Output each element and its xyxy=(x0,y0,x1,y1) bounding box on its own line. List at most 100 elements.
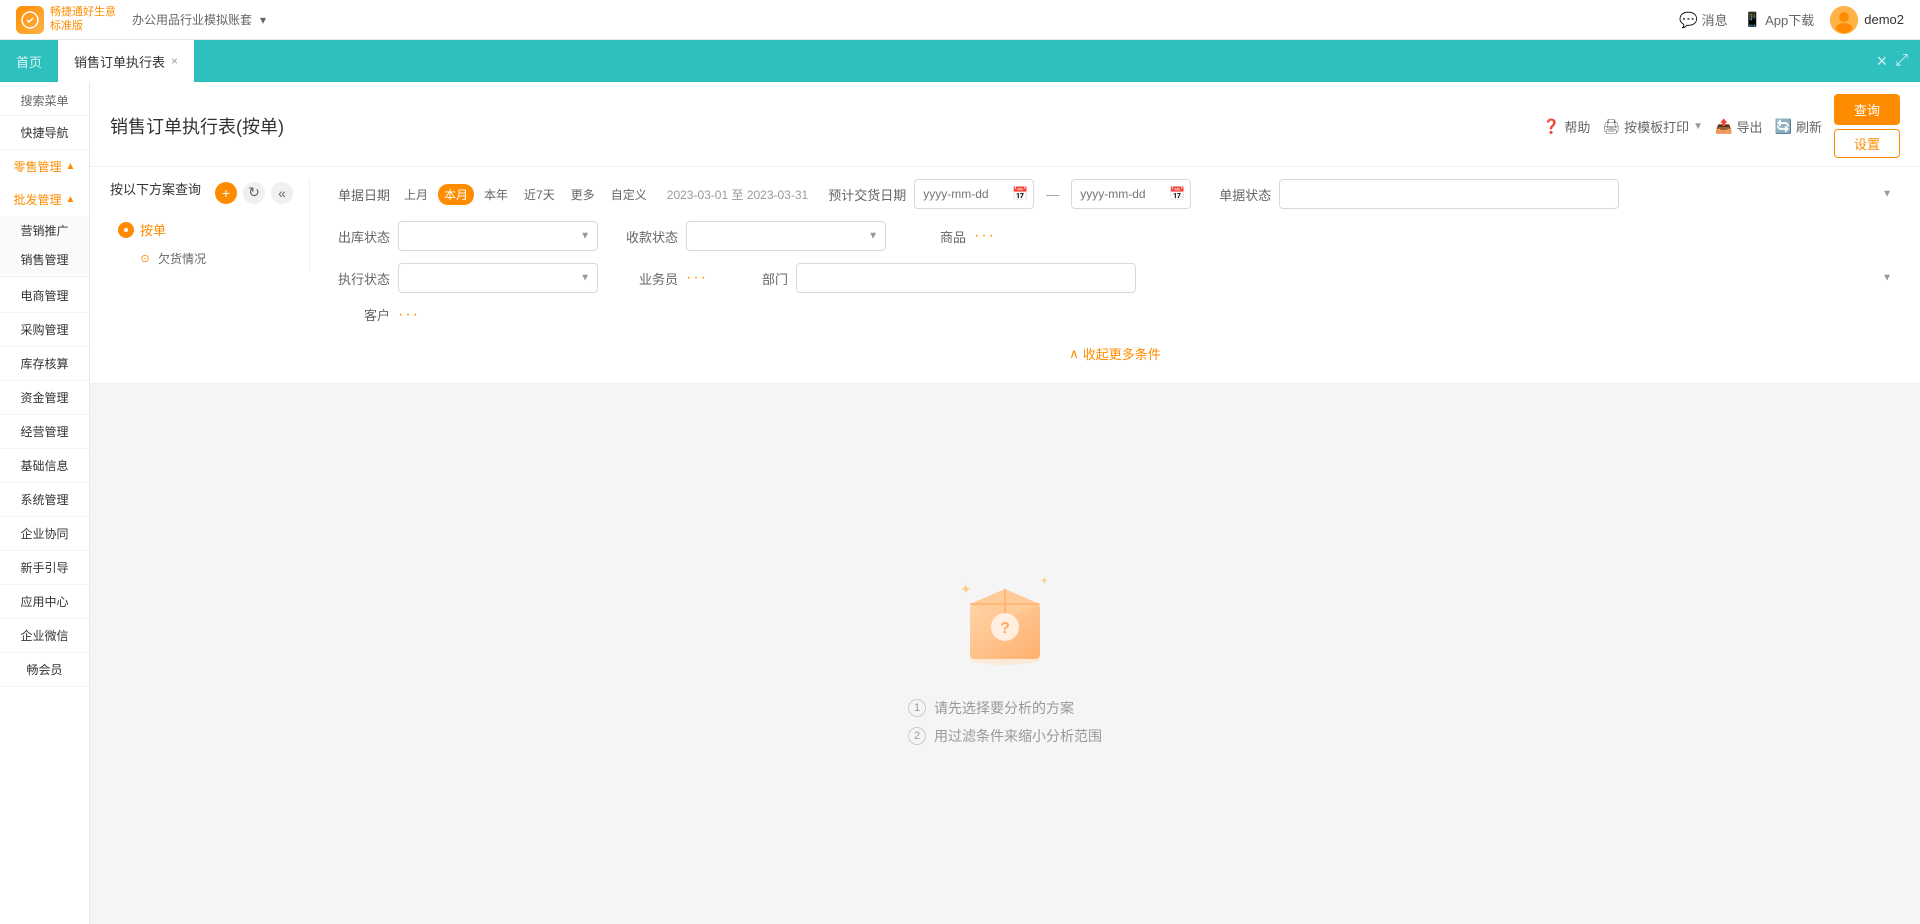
plan-item-shortage[interactable]: ⊙ 欠货情况 xyxy=(110,245,293,272)
receive-status-select[interactable] xyxy=(686,221,886,251)
maximize-window-icon[interactable]: ⤢ xyxy=(1895,52,1908,70)
tab-home[interactable]: 首页 xyxy=(0,40,58,82)
app-download-btn[interactable]: 📱 App下载 xyxy=(1744,10,1815,29)
date-buttons-group: 上月 本月 本年 近7天 更多 自定义 xyxy=(398,184,653,205)
date-btn-7days[interactable]: 近7天 xyxy=(518,184,561,205)
message-btn[interactable]: 💬 消息 xyxy=(1679,10,1728,29)
print-icon: 🖨 xyxy=(1602,118,1620,135)
export-icon: 📤 xyxy=(1715,118,1732,135)
out-status-label: 出库状态 xyxy=(330,227,390,246)
plan-item-by-order[interactable]: 按单 xyxy=(110,214,293,245)
filter-panel: 按以下方案查询 + ↻ « xyxy=(90,167,1920,384)
calendar-start-icon[interactable]: 📅 xyxy=(1012,186,1028,202)
user-menu[interactable]: demo2 xyxy=(1830,6,1904,34)
filter-goods: 商品 ··· xyxy=(906,227,1900,246)
date-btn-more[interactable]: 更多 xyxy=(565,184,601,205)
salesman-label: 业务员 xyxy=(618,269,678,288)
filter-row-3: 执行状态 业务员 ··· xyxy=(330,263,1900,293)
message-icon: 💬 xyxy=(1679,11,1698,29)
export-btn[interactable]: 📤 导出 xyxy=(1715,117,1762,136)
status-area: ? ✦ ✦ ✦ 1 请先选择要分析的方案 2 用过滤条件来缩小分析范围 xyxy=(90,384,1920,924)
sidebar-item-basic-info[interactable]: 基础信息 xyxy=(0,449,89,483)
hint-number-2: 2 xyxy=(908,727,926,745)
sidebar-item-shortcut[interactable]: 快捷导航 xyxy=(0,116,89,150)
page-actions: ❓ 帮助 🖨 按模板打印 ▼ 📤 导出 🔄 刷新 xyxy=(1543,94,1900,158)
customer-select-icon[interactable]: ··· xyxy=(398,306,420,324)
plan-active-icon xyxy=(118,222,134,238)
salesman-select-icon[interactable]: ··· xyxy=(686,269,708,287)
svg-text:✦: ✦ xyxy=(1040,576,1048,587)
filter-row-2: 出库状态 收款状态 xyxy=(330,221,1900,251)
sidebar-item-membership[interactable]: 畅会员 xyxy=(0,653,89,687)
query-button[interactable]: 查询 xyxy=(1834,94,1900,125)
nav-tabs: 首页 销售订单执行表 × × ⤢ xyxy=(0,40,1920,82)
date-start-wrapper: 📅 xyxy=(914,179,1034,209)
hint-number-1: 1 xyxy=(908,699,926,717)
sidebar-item-newbie[interactable]: 新手引导 xyxy=(0,551,89,585)
hint-item-1: 1 请先选择要分析的方案 xyxy=(908,698,1102,718)
status-hints: 1 请先选择要分析的方案 2 用过滤条件来缩小分析范围 xyxy=(908,698,1102,754)
svg-text:?: ? xyxy=(1000,620,1010,637)
sidebar-item-app-center[interactable]: 应用中心 xyxy=(0,585,89,619)
sidebar-item-operations[interactable]: 经营管理 xyxy=(0,415,89,449)
collapse-plan-icon[interactable]: « xyxy=(271,182,293,204)
logo-icon xyxy=(16,6,44,34)
sidebar-item-ecommerce[interactable]: 电商管理 xyxy=(0,279,89,313)
sidebar-item-marketing[interactable]: 营销推广 xyxy=(0,216,89,245)
close-window-icon[interactable]: × xyxy=(1877,51,1888,72)
single-status-select[interactable] xyxy=(1279,179,1619,209)
close-tab-icon[interactable]: × xyxy=(171,54,178,68)
date-btn-this-month[interactable]: 本月 xyxy=(438,184,474,205)
dept-select[interactable] xyxy=(796,263,1136,293)
window-controls: × ⤢ xyxy=(1877,51,1920,72)
refresh-plan-icon[interactable]: ↻ xyxy=(243,182,265,204)
date-btn-this-year[interactable]: 本年 xyxy=(478,184,514,205)
sidebar-item-system[interactable]: 系统管理 xyxy=(0,483,89,517)
exec-status-label: 执行状态 xyxy=(330,269,390,288)
single-status-label: 单据状态 xyxy=(1211,185,1271,204)
sidebar-item-sales[interactable]: 销售管理 xyxy=(0,245,89,274)
help-icon: ❓ xyxy=(1543,118,1560,135)
sidebar: 搜索菜单 快捷导航 零售管理 ▲ 批发管理 ▲ 营销推广 销售管理 电商管理 采… xyxy=(0,82,90,924)
sidebar-item-inventory[interactable]: 库存核算 xyxy=(0,347,89,381)
app-logo: 畅捷通好生意 标准版 xyxy=(16,6,116,34)
dropdown-icon[interactable]: ▾ xyxy=(260,13,266,27)
refresh-icon: 🔄 xyxy=(1775,118,1792,135)
date-end-wrapper: 📅 xyxy=(1071,179,1191,209)
logo-text: 畅捷通好生意 标准版 xyxy=(50,6,116,32)
goods-select-icon[interactable]: ··· xyxy=(974,227,996,245)
exec-status-select[interactable] xyxy=(398,263,598,293)
filter-plan-title: 按以下方案查询 xyxy=(110,179,201,198)
filter-salesman: 业务员 ··· xyxy=(618,269,708,288)
filter-dept: 部门 xyxy=(728,263,1900,293)
out-status-select[interactable] xyxy=(398,221,598,251)
sidebar-item-finance[interactable]: 资金管理 xyxy=(0,381,89,415)
collapse-more-btn[interactable]: ∧ 收起更多条件 xyxy=(330,336,1900,371)
template-print-btn[interactable]: 🖨 按模板打印 ▼ xyxy=(1602,117,1703,136)
goods-label: 商品 xyxy=(906,227,966,246)
print-dropdown-icon: ▼ xyxy=(1693,121,1703,132)
account-label: 办公用品行业模拟账套 xyxy=(132,11,252,28)
calendar-end-icon[interactable]: 📅 xyxy=(1169,186,1185,202)
refresh-btn[interactable]: 🔄 刷新 xyxy=(1775,117,1822,136)
date-btn-custom[interactable]: 自定义 xyxy=(605,184,653,205)
customer-label: 客户 xyxy=(330,305,390,324)
sidebar-item-purchase[interactable]: 采购管理 xyxy=(0,313,89,347)
sidebar-item-wholesale[interactable]: 批发管理 ▲ xyxy=(0,183,89,216)
add-plan-icon[interactable]: + xyxy=(215,182,237,204)
help-btn[interactable]: ❓ 帮助 xyxy=(1543,117,1590,136)
filter-customer: 客户 ··· xyxy=(330,305,420,324)
setting-button[interactable]: 设置 xyxy=(1834,129,1900,158)
filter-receive-status: 收款状态 xyxy=(618,221,886,251)
page-header: 销售订单执行表(按单) ❓ 帮助 🖨 按模板打印 ▼ 📤 导出 xyxy=(90,82,1920,167)
plan-sub-icon: ⊙ xyxy=(138,252,152,266)
sidebar-search[interactable]: 搜索菜单 xyxy=(0,82,89,116)
sidebar-item-retail[interactable]: 零售管理 ▲ xyxy=(0,150,89,183)
sidebar-item-wechat[interactable]: 企业微信 xyxy=(0,619,89,653)
date-separator: — xyxy=(1042,187,1063,202)
tab-sales-order[interactable]: 销售订单执行表 × xyxy=(58,40,194,82)
sidebar-item-enterprise[interactable]: 企业协同 xyxy=(0,517,89,551)
date-btn-last-month[interactable]: 上月 xyxy=(398,184,434,205)
collapse-icon: ∧ xyxy=(1069,346,1079,362)
filter-single-status: 单据状态 xyxy=(1211,179,1900,209)
